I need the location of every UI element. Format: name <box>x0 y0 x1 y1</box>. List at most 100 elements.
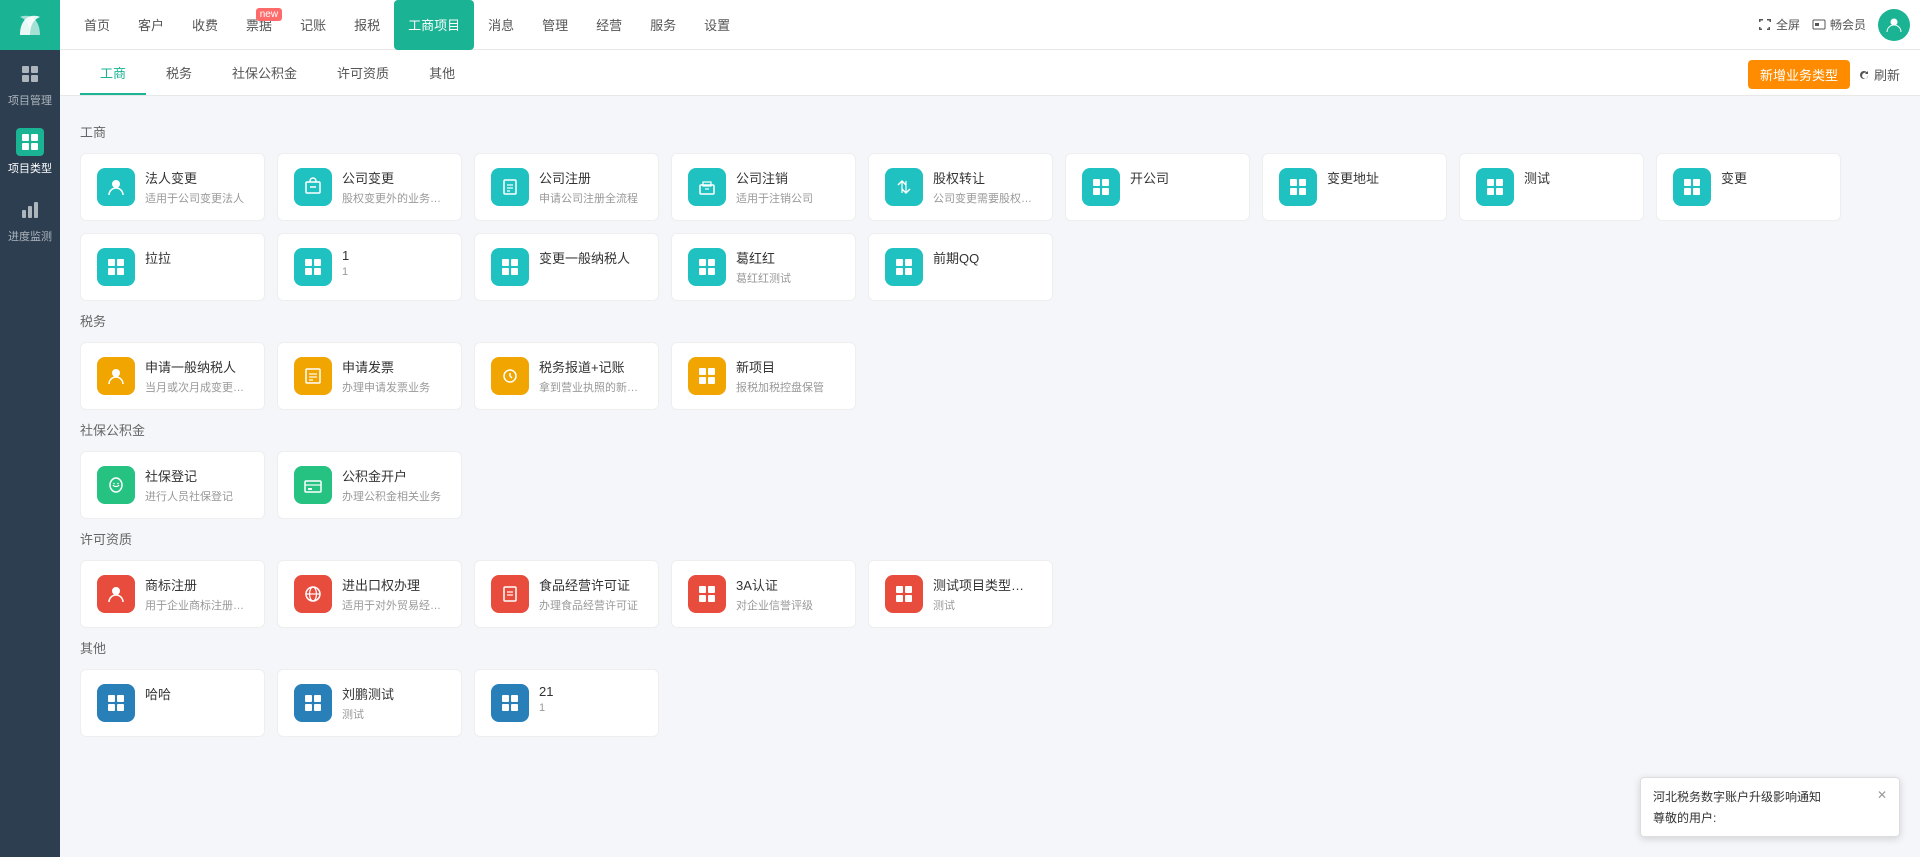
top-navigation: 首页 客户 收费 票据 new 记账 报税 工商项目 消息 管理 经营 服务 设… <box>60 0 1920 50</box>
notification-popup: ✕ 河北税务数字账户升级影响通知 尊敬的用户: <box>1640 777 1900 837</box>
card-lala[interactable]: 拉拉 <box>80 233 265 301</box>
nav-messages[interactable]: 消息 <box>474 0 528 50</box>
card-tax-bookkeeping[interactable]: 税务报道+记账 拿到营业执照的新公司 <box>474 342 659 410</box>
nav-tickets[interactable]: 票据 new <box>232 0 286 50</box>
card-icon-test <box>1476 168 1514 206</box>
card-desc: 拿到营业执照的新公司 <box>539 379 642 395</box>
tabs-bar: 工商 税务 社保公积金 许可资质 其他 新增业务类型 刷新 <box>60 50 1920 96</box>
card-apply-invoice[interactable]: 申请发票 办理申请发票业务 <box>277 342 462 410</box>
card-desc: 1 <box>342 266 445 278</box>
card-change-taxpayer[interactable]: 变更一般纳税人 <box>474 233 659 301</box>
card-name: 新项目 <box>736 357 839 376</box>
card-name: 1 <box>342 248 445 263</box>
card-name: 商标注册 <box>145 575 248 594</box>
nav-client[interactable]: 客户 <box>124 0 178 50</box>
card-haha[interactable]: 哈哈 <box>80 669 265 737</box>
card-name: 葛红红 <box>736 248 839 267</box>
card-test[interactable]: 测试 <box>1459 153 1644 221</box>
card-equity-transfer[interactable]: 股权转让 公司变更需要股权转让 <box>868 153 1053 221</box>
card-icon-change-address <box>1279 168 1317 206</box>
card-name: 测试 <box>1524 168 1627 187</box>
refresh-button[interactable]: 刷新 <box>1858 65 1900 84</box>
sidebar-item-label: 进度监测 <box>8 228 52 244</box>
section-other-title: 其他 <box>80 638 1900 657</box>
nav-management[interactable]: 管理 <box>528 0 582 50</box>
card-icon-twentyone <box>491 684 529 722</box>
card-icon-tax-bookkeeping <box>491 357 529 395</box>
avatar[interactable] <box>1878 9 1910 41</box>
card-name: 开公司 <box>1130 168 1233 187</box>
card-icon-open-company <box>1082 168 1120 206</box>
card-name: 进出口权办理 <box>342 575 445 594</box>
card-desc: 测试 <box>933 597 1036 613</box>
card-open-company[interactable]: 开公司 <box>1065 153 1250 221</box>
tab-tax[interactable]: 税务 <box>146 51 212 95</box>
nav-services[interactable]: 服务 <box>636 0 690 50</box>
sidebar-item-project-mgmt[interactable]: 项目管理 <box>0 50 60 118</box>
card-name: 拉拉 <box>145 248 248 267</box>
tab-other[interactable]: 其他 <box>409 51 475 95</box>
nav-industry[interactable]: 工商项目 <box>394 0 474 50</box>
new-type-button[interactable]: 新增业务类型 <box>1748 60 1850 89</box>
nav-tax[interactable]: 报税 <box>340 0 394 50</box>
card-name: 哈哈 <box>145 684 248 703</box>
card-desc: 适用于公司变更法人 <box>145 190 248 206</box>
card-icon-3a-cert <box>688 575 726 613</box>
card-front-qq[interactable]: 前期QQ <box>868 233 1053 301</box>
tab-social[interactable]: 社保公积金 <box>212 51 317 95</box>
sidebar-item-project-type[interactable]: 项目类型 <box>0 118 60 186</box>
card-name: 测试项目类型目定义 <box>933 575 1036 594</box>
nav-bookkeeping[interactable]: 记账 <box>286 0 340 50</box>
tab-industry[interactable]: 工商 <box>80 51 146 95</box>
section-industry-title: 工商 <box>80 122 1900 141</box>
card-name: 公积金开户 <box>342 466 445 485</box>
card-icon-lala <box>97 248 135 286</box>
project-type-icon <box>16 128 44 156</box>
nav-operations[interactable]: 经营 <box>582 0 636 50</box>
card-desc: 办理食品经营许可证 <box>539 597 642 613</box>
card-icon-company-change <box>294 168 332 206</box>
nav-billing[interactable]: 收费 <box>178 0 232 50</box>
card-name: 公司注册 <box>539 168 642 187</box>
card-legal-change[interactable]: 法人变更 适用于公司变更法人 <box>80 153 265 221</box>
nav-home[interactable]: 首页 <box>70 0 124 50</box>
card-import-export[interactable]: 进出口权办理 适用于对外贸易经营者 <box>277 560 462 628</box>
member-btn[interactable]: 畅会员 <box>1812 16 1866 33</box>
card-gehonghong[interactable]: 葛红红 葛红红测试 <box>671 233 856 301</box>
card-company-change[interactable]: 公司变更 股权变更外的业务变更 <box>277 153 462 221</box>
card-one[interactable]: 1 1 <box>277 233 462 301</box>
card-food-permit[interactable]: 食品经营许可证 办理食品经营许可证 <box>474 560 659 628</box>
tab-permit[interactable]: 许可资质 <box>317 51 409 95</box>
sidebar-item-progress-monitor[interactable]: 进度监测 <box>0 186 60 254</box>
card-liupeng-test[interactable]: 刘鹏测试 测试 <box>277 669 462 737</box>
card-test-type[interactable]: 测试项目类型目定义 测试 <box>868 560 1053 628</box>
card-fund-open[interactable]: 公积金开户 办理公积金相关业务 <box>277 451 462 519</box>
card-desc: 公司变更需要股权转让 <box>933 190 1036 206</box>
sidebar: 项目管理 项目类型 进度监测 <box>0 0 60 857</box>
card-icon-one <box>294 248 332 286</box>
card-change[interactable]: 变更 <box>1656 153 1841 221</box>
card-new-project[interactable]: 新项目 报税加税控盘保管 <box>671 342 856 410</box>
card-trademark[interactable]: 商标注册 用于企业商标注册服务 <box>80 560 265 628</box>
card-name: 刘鹏测试 <box>342 684 445 703</box>
card-icon-liupeng-test <box>294 684 332 722</box>
topnav-right: 全屏 畅会员 <box>1758 9 1910 41</box>
tabs-actions: 新增业务类型 刷新 <box>1748 60 1900 95</box>
member-label: 畅会员 <box>1830 16 1866 33</box>
card-social-register[interactable]: 社保登记 进行人员社保登记 <box>80 451 265 519</box>
card-desc: 葛红红测试 <box>736 270 839 286</box>
fullscreen-btn[interactable]: 全屏 <box>1758 16 1800 33</box>
card-company-register[interactable]: 公司注册 申请公司注册全流程 <box>474 153 659 221</box>
card-icon-test-type <box>885 575 923 613</box>
nav-settings[interactable]: 设置 <box>690 0 744 50</box>
industry-cards-grid: 法人变更 适用于公司变更法人 公司变更 股权变更外的业务变更 <box>80 153 1900 301</box>
notification-close-btn[interactable]: ✕ <box>1877 788 1887 802</box>
card-company-cancel[interactable]: 公司注销 适用于注销公司 <box>671 153 856 221</box>
card-twentyone[interactable]: 21 1 <box>474 669 659 737</box>
card-name: 公司注销 <box>736 168 839 187</box>
card-change-address[interactable]: 变更地址 <box>1262 153 1447 221</box>
card-icon-apply-invoice <box>294 357 332 395</box>
section-tax-title: 税务 <box>80 311 1900 330</box>
card-3a-cert[interactable]: 3A认证 对企业信誉评级 <box>671 560 856 628</box>
card-apply-taxpayer[interactable]: 申请一般纳税人 当月或次月成变更完成 <box>80 342 265 410</box>
